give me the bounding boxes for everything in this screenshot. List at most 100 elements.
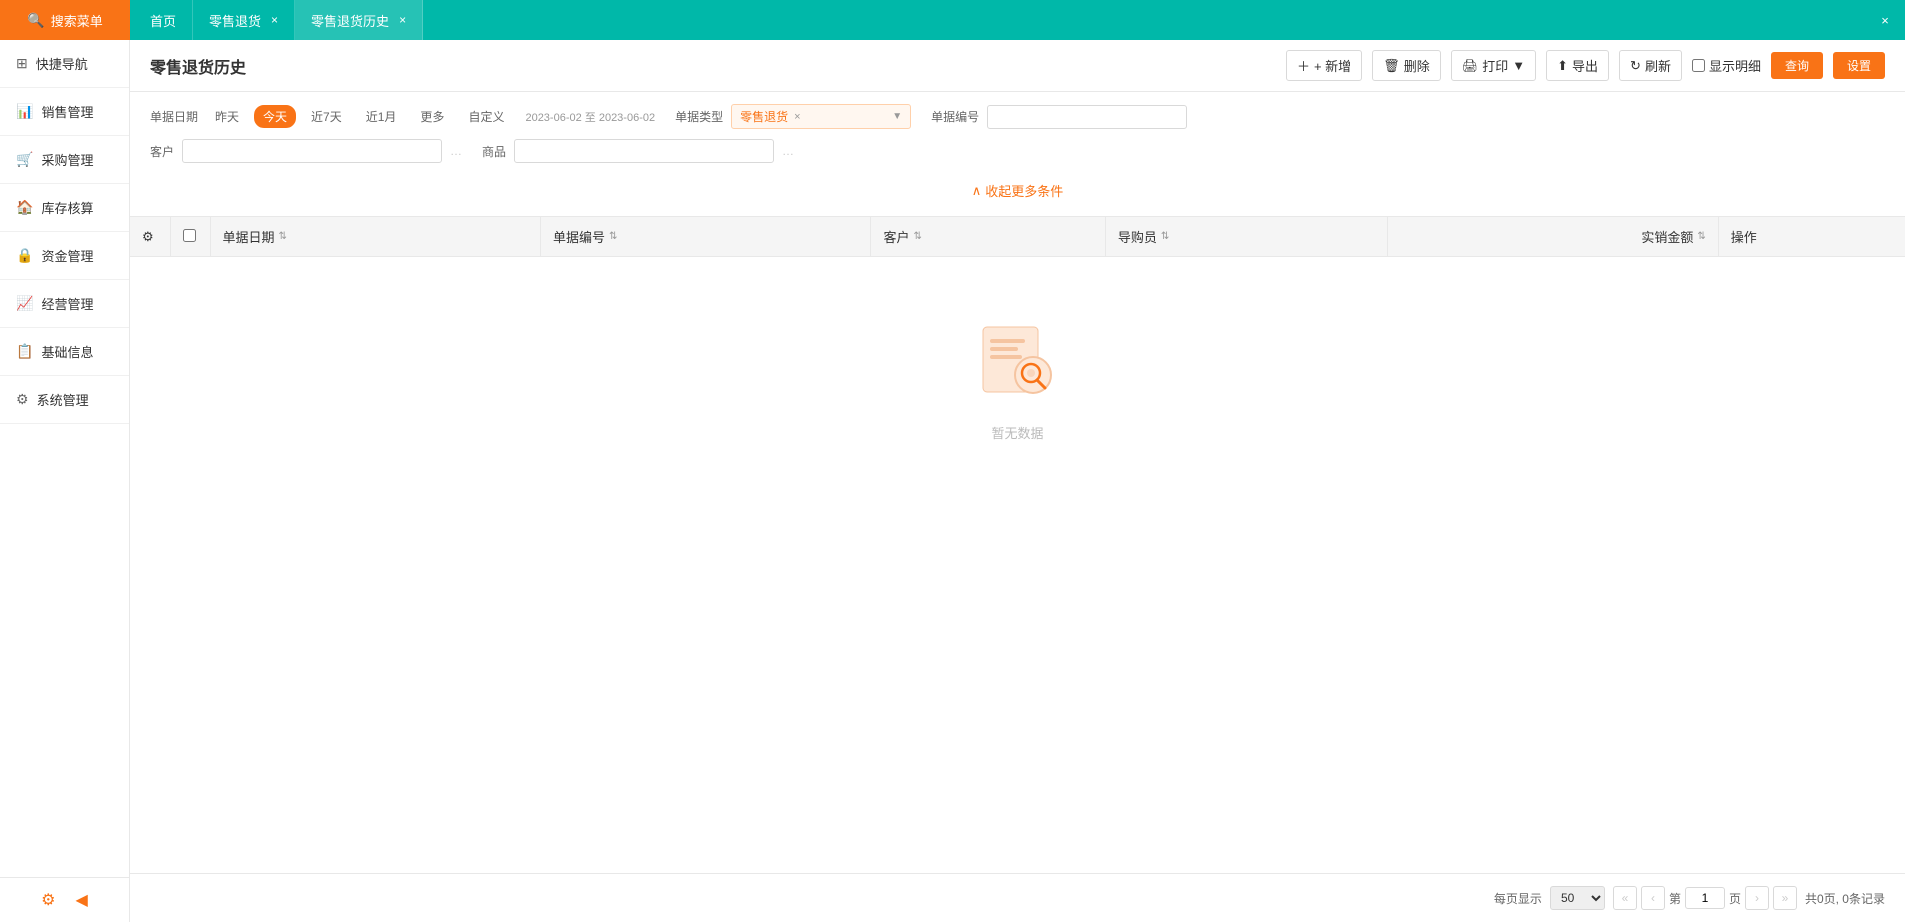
- sort-voucher-no[interactable]: 单据编号 ⇅: [553, 227, 858, 246]
- page-next-btn[interactable]: ›: [1745, 886, 1769, 910]
- tab-bar: 首页 零售退货 × 零售退货历史 ×: [130, 0, 1865, 40]
- date-last1month-btn[interactable]: 近1月: [357, 105, 406, 128]
- empty-state: 暂无数据: [130, 257, 1905, 502]
- basic-info-icon: 📋: [16, 343, 33, 360]
- date-today-btn[interactable]: 今天: [254, 105, 296, 128]
- page-first-btn[interactable]: «: [1613, 886, 1637, 910]
- sidebar-collapse-icon[interactable]: ◀: [76, 890, 88, 910]
- print-btn[interactable]: 🖨 打印 ▼: [1451, 50, 1536, 81]
- voucher-type-clear[interactable]: ×: [794, 111, 800, 123]
- refresh-label: 刷新: [1645, 56, 1671, 75]
- empty-text: 暂无数据: [991, 423, 1043, 442]
- col-voucher-date-header[interactable]: 单据日期 ⇅: [210, 217, 540, 257]
- voucher-no-input[interactable]: [987, 105, 1187, 129]
- export-icon: ⬆: [1557, 58, 1568, 74]
- search-menu-btn[interactable]: 🔍 搜索菜单: [0, 0, 130, 40]
- sidebar-label-sales-mgmt: 销售管理: [41, 102, 93, 121]
- content-area: 零售退货历史 ＋ + 新增 🗑 删除 🖨 打印 ▼ ⬆ 导出: [130, 40, 1905, 922]
- sidebar-item-purchase-mgmt[interactable]: 🛒 采购管理: [0, 136, 129, 184]
- sort-amount[interactable]: 实销金额 ⇅: [1400, 227, 1705, 246]
- col-settings-header[interactable]: ⚙: [130, 217, 170, 257]
- page-prev-btn[interactable]: ‹: [1641, 886, 1665, 910]
- page-input[interactable]: [1685, 887, 1725, 909]
- tab-retail-return[interactable]: 零售退货 ×: [193, 0, 295, 40]
- sort-voucher-date-icon: ⇅: [279, 232, 287, 242]
- col-checkbox-header[interactable]: [170, 217, 210, 257]
- collapse-filter-btn[interactable]: ∧ 收起更多条件: [960, 177, 1076, 204]
- purchase-mgmt-icon: 🛒: [16, 151, 33, 168]
- delete-btn[interactable]: 🗑 删除: [1372, 50, 1441, 81]
- date-custom-btn[interactable]: 自定义: [459, 105, 513, 128]
- export-btn[interactable]: ⬆ 导出: [1546, 50, 1609, 81]
- new-btn[interactable]: ＋ + 新增: [1286, 50, 1362, 81]
- sidebar-item-quick-nav[interactable]: ⊞ 快捷导航: [0, 40, 129, 88]
- page-last-btn[interactable]: »: [1773, 886, 1797, 910]
- sidebar-item-basic-info[interactable]: 📋 基础信息: [0, 328, 129, 376]
- search-menu-label: 搜索菜单: [51, 11, 103, 30]
- goods-input[interactable]: [514, 139, 774, 163]
- tab-retail-return-history[interactable]: 零售退货历史 ×: [295, 0, 423, 40]
- col-settings-icon[interactable]: ⚙: [142, 229, 154, 244]
- table-header-row: ⚙ 单据日期 ⇅ 单据编号: [130, 217, 1905, 257]
- col-amount-label: 实销金额: [1641, 227, 1693, 246]
- col-voucher-no-header[interactable]: 单据编号 ⇅: [540, 217, 870, 257]
- data-table: ⚙ 单据日期 ⇅ 单据编号: [130, 217, 1905, 257]
- sort-guide[interactable]: 导购员 ⇅: [1118, 227, 1375, 246]
- goods-label: 商品: [482, 143, 506, 160]
- show-detail-toggle[interactable]: 显示明细: [1692, 56, 1761, 75]
- col-actions-header: 操作: [1718, 217, 1905, 257]
- sidebar-item-operations[interactable]: 📈 经营管理: [0, 280, 129, 328]
- sort-customer[interactable]: 客户 ⇅: [883, 227, 1092, 246]
- refresh-icon: ↻: [1630, 58, 1641, 74]
- sidebar-item-system-mgmt[interactable]: ⚙ 系统管理: [0, 376, 129, 424]
- show-detail-checkbox[interactable]: [1692, 59, 1705, 72]
- col-guide-header[interactable]: 导购员 ⇅: [1105, 217, 1387, 257]
- sidebar-item-sales-mgmt[interactable]: 📊 销售管理: [0, 88, 129, 136]
- sidebar-label-finance: 资金管理: [41, 246, 93, 265]
- sidebar-item-inventory[interactable]: 🏠 库存核算: [0, 184, 129, 232]
- select-all-checkbox[interactable]: [183, 229, 196, 242]
- empty-icon: [968, 317, 1068, 407]
- goods-picker-icon[interactable]: …: [782, 144, 794, 158]
- date-more-btn[interactable]: 更多: [411, 105, 453, 128]
- sidebar-footer: ⚙ ◀: [0, 877, 129, 922]
- tab-home-label: 首页: [150, 11, 176, 30]
- sort-amount-icon: ⇅: [1697, 232, 1705, 242]
- sidebar-label-purchase-mgmt: 采购管理: [41, 150, 93, 169]
- query-btn[interactable]: 查询: [1771, 52, 1823, 79]
- voucher-type-filter: 单据类型 零售退货 × ▼: [675, 104, 911, 129]
- col-customer-header[interactable]: 客户 ⇅: [871, 217, 1105, 257]
- search-icon: 🔍: [27, 12, 44, 29]
- refresh-btn[interactable]: ↻ 刷新: [1619, 50, 1682, 81]
- voucher-type-select[interactable]: 零售退货 × ▼: [731, 104, 911, 129]
- page-current-label: 第: [1669, 890, 1681, 907]
- col-amount-header[interactable]: 实销金额 ⇅: [1388, 217, 1718, 257]
- sidebar-label-system-mgmt: 系统管理: [37, 390, 89, 409]
- page-title: 零售退货历史: [150, 54, 246, 78]
- voucher-no-filter: 单据编号: [931, 105, 1187, 129]
- voucher-date-label: 单据日期: [150, 108, 198, 125]
- tab-home[interactable]: 首页: [134, 0, 193, 40]
- tab-retail-return-history-close[interactable]: ×: [399, 13, 406, 27]
- sidebar-item-finance[interactable]: 🔒 资金管理: [0, 232, 129, 280]
- close-icon: ×: [1881, 13, 1889, 28]
- inventory-icon: 🏠: [16, 199, 33, 216]
- tab-retail-return-close[interactable]: ×: [271, 13, 278, 27]
- window-close-btn[interactable]: ×: [1865, 0, 1905, 40]
- date-yesterday-btn[interactable]: 昨天: [206, 105, 248, 128]
- customer-picker-icon[interactable]: …: [450, 144, 462, 158]
- page-size-select[interactable]: 50 100 200: [1550, 886, 1605, 910]
- customer-filter: 客户 …: [150, 139, 462, 163]
- customer-input[interactable]: [182, 139, 442, 163]
- sort-voucher-date[interactable]: 单据日期 ⇅: [223, 227, 528, 246]
- voucher-type-tag: 零售退货: [740, 108, 788, 125]
- date-last7-btn[interactable]: 近7天: [302, 105, 351, 128]
- sort-customer-icon: ⇅: [913, 232, 921, 242]
- print-label: 打印: [1482, 56, 1508, 75]
- print-icon: 🖨: [1462, 58, 1479, 74]
- sidebar-settings-icon[interactable]: ⚙: [41, 890, 55, 910]
- quick-nav-icon: ⊞: [16, 55, 28, 72]
- empty-illustration: [968, 317, 1068, 407]
- delete-label: 删除: [1404, 56, 1430, 75]
- settings-btn[interactable]: 设置: [1833, 52, 1885, 79]
